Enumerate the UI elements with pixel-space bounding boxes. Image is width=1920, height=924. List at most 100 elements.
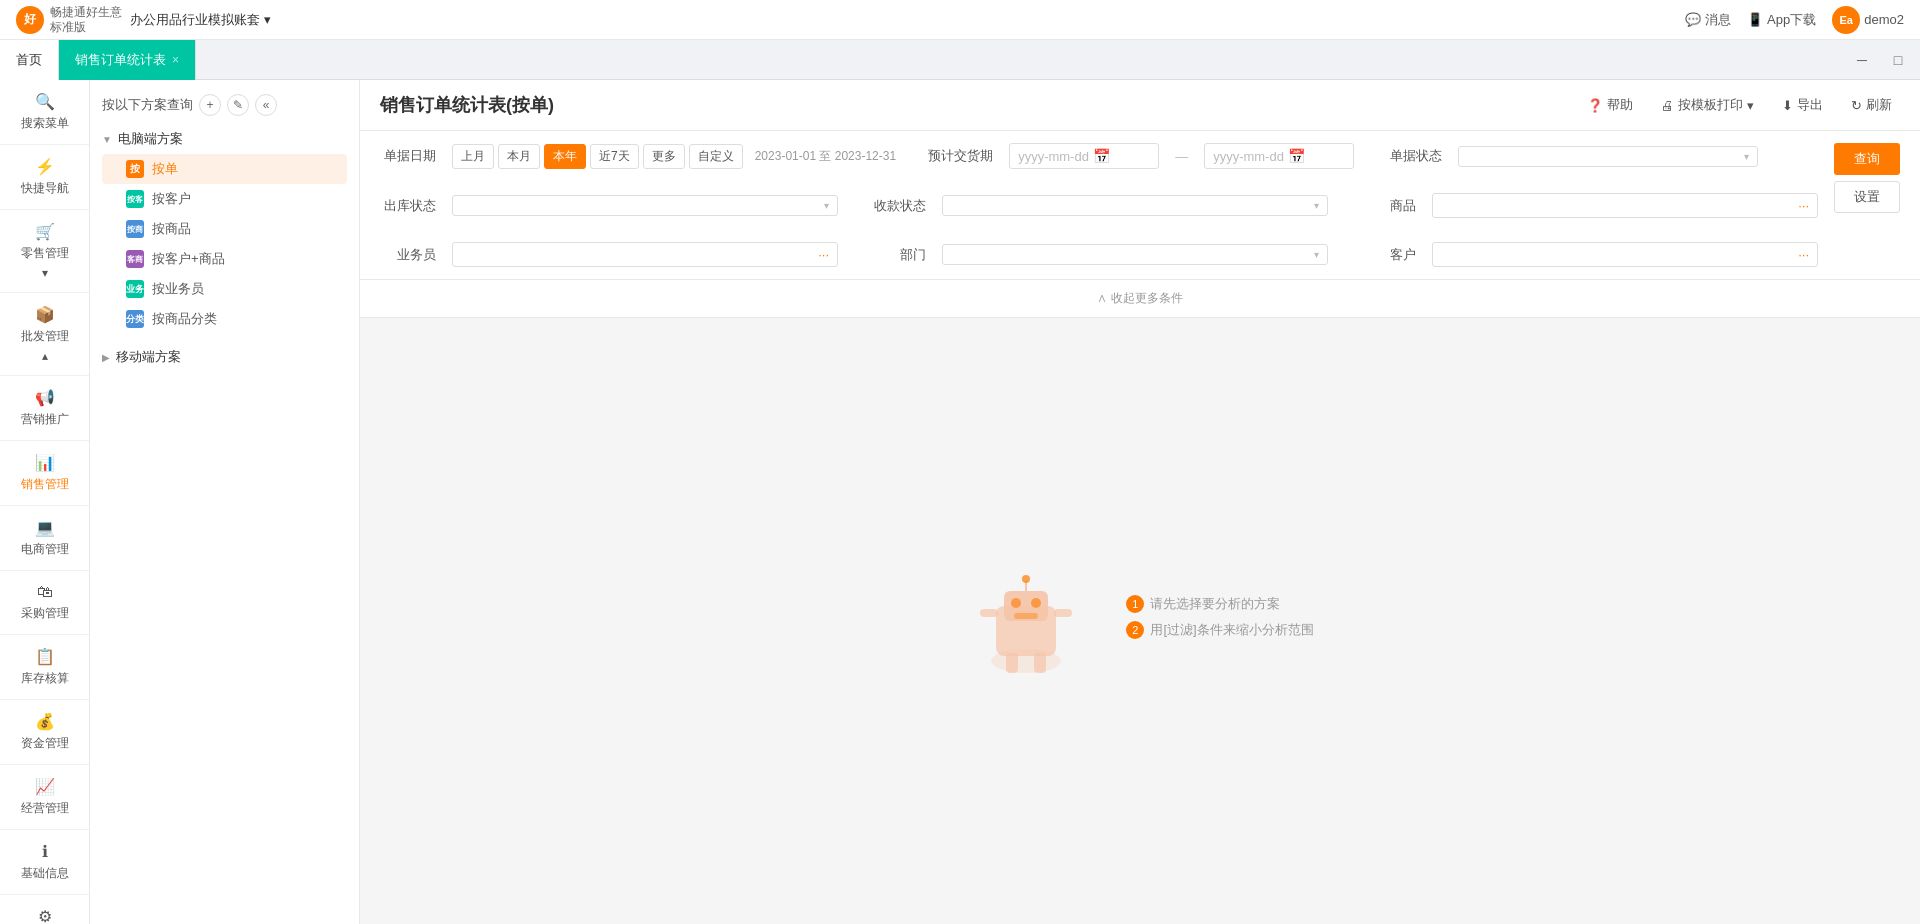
desktop-group-title[interactable]: ▼ 电脑端方案 xyxy=(102,124,347,154)
step-2-badge: 2 xyxy=(1126,621,1144,639)
date-btn-this-year[interactable]: 本年 xyxy=(544,144,586,169)
ecommerce-icon: 💻 xyxy=(35,518,55,537)
shipment-label: 出库状态 xyxy=(380,197,436,215)
marketing-icon: 📢 xyxy=(35,388,55,407)
sidebar-item-search[interactable]: 🔍 搜索菜单 xyxy=(0,80,89,145)
sidebar-item-wholesale[interactable]: 📦 批发管理 ▴ xyxy=(0,293,89,376)
messages-button[interactable]: 💬 消息 xyxy=(1685,11,1731,29)
payment-select[interactable]: ▾ xyxy=(942,195,1328,216)
logo-icon: 好 xyxy=(16,6,44,34)
avatar: Ea xyxy=(1832,6,1860,34)
finance-icon: 💰 xyxy=(35,712,55,731)
sidebar-item-inventory[interactable]: 📋 库存核算 xyxy=(0,635,89,700)
scheme-by-customer-icon: 按客 xyxy=(126,190,144,208)
sidebar-item-retail[interactable]: 🛒 零售管理 ▾ xyxy=(0,210,89,293)
tab-bar: 首页 销售订单统计表 × ─ □ xyxy=(0,40,1920,80)
date-btn-custom[interactable]: 自定义 xyxy=(689,144,743,169)
left-panel-header: 按以下方案查询 + ✎ « xyxy=(90,90,359,124)
mobile-group-title[interactable]: ▶ 移动端方案 xyxy=(102,342,347,372)
help-icon: ❓ xyxy=(1587,98,1603,113)
date-btn-more[interactable]: 更多 xyxy=(643,144,685,169)
sidebar-item-system[interactable]: ⚙ 系统管理 xyxy=(0,895,89,924)
sales-icon: 📊 xyxy=(35,453,55,472)
scheme-item-by-category[interactable]: 分类 按商品分类 xyxy=(102,304,347,334)
collapse-panel-button[interactable]: « xyxy=(255,94,277,116)
salesperson-select[interactable]: ··· xyxy=(452,242,838,267)
empty-step-2: 2 用[过滤]条件来缩小分析范围 xyxy=(1126,621,1313,639)
sidebar-item-purchase[interactable]: 🛍 采购管理 xyxy=(0,571,89,635)
salesperson-more-icon[interactable]: ··· xyxy=(818,247,829,262)
scheme-item-by-customer-product[interactable]: 客商 按客户+商品 xyxy=(102,244,347,274)
date-btn-7days[interactable]: 近7天 xyxy=(590,144,639,169)
scheme-by-product-icon: 按商 xyxy=(126,220,144,238)
calendar-icon-start: 📅 xyxy=(1093,148,1110,164)
sidebar-item-marketing[interactable]: 📢 营销推广 xyxy=(0,376,89,441)
date-btn-this-month[interactable]: 本月 xyxy=(498,144,540,169)
retail-icon: 🛒 xyxy=(35,222,55,241)
mobile-group-expand-icon: ▶ xyxy=(102,352,110,363)
desktop-scheme-group: ▼ 电脑端方案 按 按单 按客 按客户 按商 按商品 客商 按客户+商品 xyxy=(90,124,359,334)
scheme-item-by-order[interactable]: 按 按单 xyxy=(102,154,347,184)
goods-more-icon[interactable]: ··· xyxy=(1798,198,1809,213)
svg-point-4 xyxy=(1031,598,1041,608)
goods-select[interactable]: ··· xyxy=(1432,193,1818,218)
scheme-by-cat-icon: 分类 xyxy=(126,310,144,328)
department-select[interactable]: ▾ xyxy=(942,244,1328,265)
status-select[interactable]: ▾ xyxy=(1458,146,1758,167)
sidebar-item-operations[interactable]: 📈 经营管理 xyxy=(0,765,89,830)
calendar-icon-end: 📅 xyxy=(1288,148,1305,164)
scheme-item-by-customer[interactable]: 按客 按客户 xyxy=(102,184,347,214)
sidebar-item-quick-nav[interactable]: ⚡ 快捷导航 xyxy=(0,145,89,210)
shipment-select[interactable]: ▾ xyxy=(452,195,838,216)
customer-select[interactable]: ··· xyxy=(1432,242,1818,267)
template-print-button[interactable]: 🖨 按模板打印 ▾ xyxy=(1653,92,1762,118)
customer-label: 客户 xyxy=(1360,246,1416,264)
maximize-button[interactable]: □ xyxy=(1884,46,1912,74)
query-button[interactable]: 查询 xyxy=(1834,143,1900,175)
user-profile[interactable]: Ea demo2 xyxy=(1832,6,1904,34)
settings-button[interactable]: 设置 xyxy=(1834,181,1900,213)
system-icon: ⚙ xyxy=(38,907,52,924)
group-expand-icon: ▼ xyxy=(102,134,112,145)
expected-delivery-label: 预计交货期 xyxy=(928,147,993,165)
filter-row-1: 单据日期 上月 本月 本年 近7天 更多 自定义 20 xyxy=(380,143,1818,169)
customer-more-icon[interactable]: ··· xyxy=(1798,247,1809,262)
mobile-scheme-group: ▶ 移动端方案 xyxy=(90,342,359,372)
date-separator: — xyxy=(1175,149,1188,164)
refresh-button[interactable]: ↻ 刷新 xyxy=(1843,92,1900,118)
delivery-date-end[interactable]: yyyy-mm-dd 📅 xyxy=(1204,143,1354,169)
scheme-item-by-product[interactable]: 按商 按商品 xyxy=(102,214,347,244)
goods-label: 商品 xyxy=(1360,197,1416,215)
top-bar-right: 💬 消息 📱 App下载 Ea demo2 xyxy=(1685,6,1904,34)
sidebar-item-ecommerce[interactable]: 💻 电商管理 xyxy=(0,506,89,571)
tab-bar-actions: ─ □ xyxy=(1848,46,1920,74)
app-download-button[interactable]: 📱 App下载 xyxy=(1747,11,1816,29)
collapse-bar[interactable]: ∧ 收起更多条件 xyxy=(360,280,1920,318)
basic-icon: ℹ xyxy=(42,842,48,861)
empty-text: 1 请先选择要分析的方案 2 用[过滤]条件来缩小分析范围 xyxy=(1126,595,1313,647)
date-btn-last-month[interactable]: 上月 xyxy=(452,144,494,169)
edit-scheme-button[interactable]: ✎ xyxy=(227,94,249,116)
scheme-item-by-salesperson[interactable]: 业务 按业务员 xyxy=(102,274,347,304)
svg-point-3 xyxy=(1011,598,1021,608)
sidebar-item-basic[interactable]: ℹ 基础信息 xyxy=(0,830,89,895)
breadcrumb[interactable]: 办公用品行业模拟账套 ▾ xyxy=(130,11,271,29)
delivery-date-start[interactable]: yyyy-mm-dd 📅 xyxy=(1009,143,1159,169)
svg-point-7 xyxy=(1022,575,1030,583)
export-button[interactable]: ⬇ 导出 xyxy=(1774,92,1831,118)
dept-dropdown-icon: ▾ xyxy=(1314,249,1319,260)
sidebar-item-sales[interactable]: 📊 销售管理 xyxy=(0,441,89,506)
operations-icon: 📈 xyxy=(35,777,55,796)
tab-sales-order-stats[interactable]: 销售订单统计表 × xyxy=(59,40,196,80)
sidebar-item-finance[interactable]: 💰 资金管理 xyxy=(0,700,89,765)
filter-actions: 查询 设置 xyxy=(1834,143,1900,213)
add-scheme-button[interactable]: + xyxy=(199,94,221,116)
collapse-up-icon: ∧ xyxy=(1097,291,1107,305)
main-layout: 🔍 搜索菜单 ⚡ 快捷导航 🛒 零售管理 ▾ 📦 批发管理 ▴ 📢 营销推广 📊… xyxy=(0,80,1920,924)
left-panel: 按以下方案查询 + ✎ « ▼ 电脑端方案 按 按单 按客 按客户 xyxy=(90,80,360,924)
tab-home[interactable]: 首页 xyxy=(0,40,59,80)
chevron-down-icon: ▾ xyxy=(264,12,271,27)
help-button[interactable]: ❓ 帮助 xyxy=(1579,92,1641,118)
tab-close-icon[interactable]: × xyxy=(172,53,179,67)
minimize-button[interactable]: ─ xyxy=(1848,46,1876,74)
